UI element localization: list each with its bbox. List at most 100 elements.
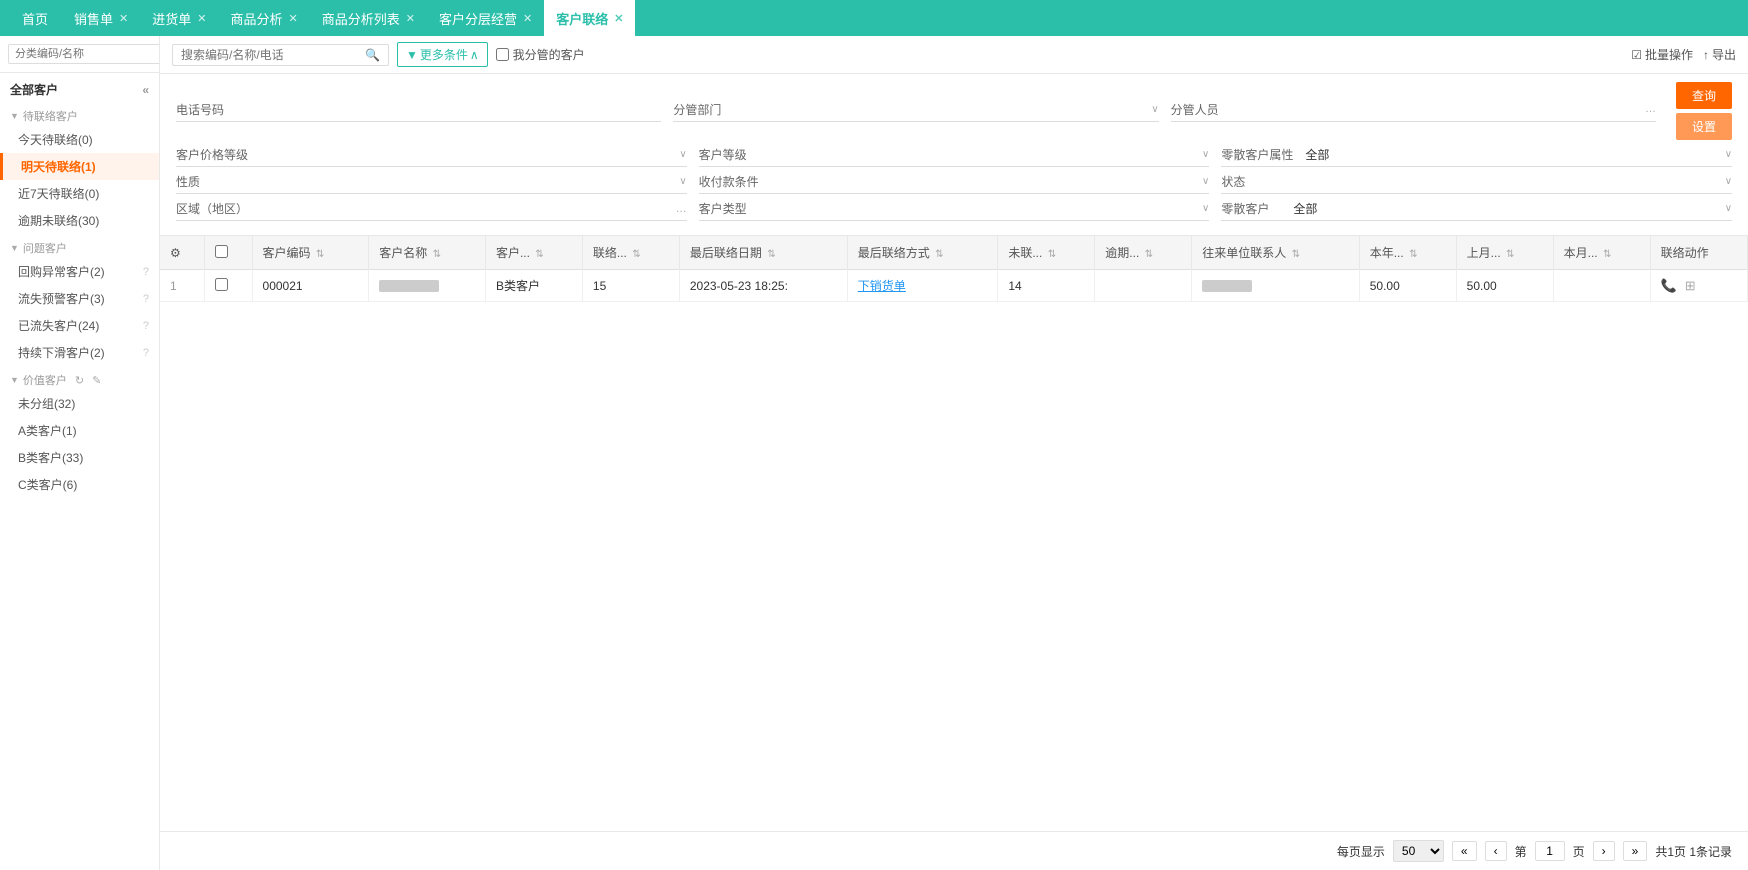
filter-panel: 电话号码 分管部门 ∨ 分管人员 … 查询 设置: [160, 74, 1748, 236]
sidebar-item-churned[interactable]: 已流失客户(24) ?: [0, 312, 159, 339]
filter-customer-type: 客户类型 ∨: [699, 200, 1210, 221]
nav-customer-contact[interactable]: 客户联络 ✕: [544, 0, 635, 36]
col-last-contact-date-sort-icon[interactable]: ⇅: [767, 249, 775, 260]
sidebar-today-label: 今天待联络(0): [18, 131, 93, 148]
sidebar-item-class-a[interactable]: A类客户(1): [0, 417, 159, 444]
customer-name-blurred: [379, 280, 439, 292]
nav-product-analysis-list[interactable]: 商品分析列表 ✕: [310, 0, 427, 36]
per-page-select[interactable]: 50 100 200: [1393, 840, 1444, 862]
toolbar-search-icon[interactable]: 🔍: [365, 48, 380, 62]
customers-table: ⚙ 客户编码 ⇅ 客户名称 ⇅: [160, 236, 1748, 302]
sidebar-repurchase-help-icon[interactable]: ?: [143, 266, 149, 278]
col-this-month-sort-icon[interactable]: ⇅: [1603, 249, 1611, 260]
nav-customer-contact-close-icon[interactable]: ✕: [614, 12, 623, 25]
filter-payment-arrow-icon[interactable]: ∨: [1202, 176, 1209, 187]
sidebar-value-refresh-icon[interactable]: ↻: [75, 374, 84, 387]
filter-customer-type-arrow-icon[interactable]: ∨: [1202, 203, 1209, 214]
sidebar-churn-risk-label: 流失预警客户(3): [18, 290, 105, 307]
filter-region: 区域（地区） …: [176, 200, 687, 221]
toolbar-search-input[interactable]: [181, 48, 361, 62]
filter-customer-level-arrow-icon[interactable]: ∨: [1202, 149, 1209, 160]
sidebar-item-week7[interactable]: 近7天待联络(0): [0, 180, 159, 207]
col-contact-sort-icon[interactable]: ⇅: [632, 249, 640, 260]
filter-customer-type-label: 客户类型: [699, 200, 759, 217]
sidebar-item-today[interactable]: 今天待联络(0): [0, 126, 159, 153]
export-btn[interactable]: ↑ 导出: [1703, 46, 1736, 63]
first-page-btn[interactable]: «: [1452, 841, 1477, 861]
sidebar-pending-label: 待联络客户: [23, 108, 78, 124]
col-last-contact-way-sort-icon[interactable]: ⇅: [935, 249, 943, 260]
nav-sales-close-icon[interactable]: ✕: [119, 12, 128, 25]
sidebar-item-overdue[interactable]: 逾期未联络(30): [0, 207, 159, 234]
sidebar-churn-risk-help-icon[interactable]: ?: [143, 293, 149, 305]
nav-product-analysis-close-icon[interactable]: ✕: [289, 12, 298, 25]
nav-product-analysis-list-close-icon[interactable]: ✕: [406, 12, 415, 25]
filter-payment-label: 收付款条件: [699, 173, 759, 190]
nav-home[interactable]: 首页: [8, 0, 62, 36]
prev-page-btn[interactable]: ‹: [1485, 841, 1507, 861]
sidebar-item-churn-risk[interactable]: 流失预警客户(3) ?: [0, 285, 159, 312]
sidebar-search-input[interactable]: [8, 44, 160, 64]
filter-status-arrow-icon[interactable]: ∨: [1725, 176, 1732, 187]
filter-price-level-arrow-icon[interactable]: ∨: [679, 149, 686, 160]
nav-customer-tier-close-icon[interactable]: ✕: [523, 12, 532, 25]
sidebar-item-repurchase-anomaly[interactable]: 回购异常客户(2) ?: [0, 258, 159, 285]
col-checkbox: [204, 236, 252, 270]
filter-phone-input[interactable]: [242, 102, 661, 116]
filter-person-more-icon[interactable]: …: [1645, 103, 1656, 115]
nav-purchase-close-icon[interactable]: ✕: [197, 12, 206, 25]
nav-customer-tier[interactable]: 客户分层经营 ✕: [427, 0, 544, 36]
filter-status: 状态 ∨: [1221, 173, 1732, 194]
table-gear-icon[interactable]: ⚙: [170, 246, 181, 260]
col-type-sort-icon[interactable]: ⇅: [535, 249, 543, 260]
setting-button[interactable]: 设置: [1676, 113, 1732, 140]
filter-nature-arrow-icon[interactable]: ∨: [679, 176, 686, 187]
sidebar-item-class-b[interactable]: B类客户(33): [0, 444, 159, 471]
sidebar-continuous-decline-help-icon[interactable]: ?: [143, 347, 149, 359]
col-partner-contact-sort-icon[interactable]: ⇅: [1292, 249, 1300, 260]
table-select-all-checkbox[interactable]: [215, 245, 228, 258]
page-number-input[interactable]: [1535, 841, 1565, 861]
last-contact-way-link[interactable]: 下销货单: [858, 279, 906, 293]
filter-dept-arrow-icon[interactable]: ∨: [1151, 104, 1158, 115]
toolbar-right-actions: ☑ 批量操作 ↑ 导出: [1631, 46, 1736, 63]
col-action: 联络动作: [1650, 236, 1747, 270]
col-overdue-sort-icon[interactable]: ⇅: [1145, 249, 1153, 260]
sidebar-churned-help-icon[interactable]: ?: [143, 320, 149, 332]
col-name-sort-icon[interactable]: ⇅: [433, 249, 441, 260]
col-uncontacted-sort-icon[interactable]: ⇅: [1048, 249, 1056, 260]
row-phone-icon[interactable]: 📞: [1661, 278, 1677, 294]
last-page-btn[interactable]: »: [1623, 841, 1648, 861]
col-this-year-sort-icon[interactable]: ⇅: [1409, 249, 1417, 260]
sidebar-value-edit-icon[interactable]: ✎: [92, 374, 101, 387]
filter-retail-customer-arrow-icon[interactable]: ∨: [1725, 203, 1732, 214]
sidebar-all-customers[interactable]: 全部客户 «: [0, 73, 159, 102]
sidebar-group-value: 价值客户 ↻ ✎: [0, 366, 159, 390]
sidebar-collapse-icon[interactable]: «: [142, 83, 149, 97]
nav-sales[interactable]: 销售单 ✕: [62, 0, 140, 36]
nav-purchase[interactable]: 进货单 ✕: [140, 0, 218, 36]
sidebar-class-a-label: A类客户(1): [18, 422, 77, 439]
filter-region-more-icon[interactable]: …: [676, 203, 687, 215]
sidebar-item-ungrouped[interactable]: 未分组(32): [0, 390, 159, 417]
nav-product-analysis[interactable]: 商品分析 ✕: [218, 0, 309, 36]
col-contact-label: 联络...: [593, 246, 627, 260]
col-gear[interactable]: ⚙: [160, 236, 204, 270]
col-name-label: 客户名称: [379, 246, 427, 260]
batch-op-btn[interactable]: ☑ 批量操作: [1631, 46, 1693, 63]
col-type-label: 客户...: [496, 246, 530, 260]
col-last-month-sort-icon[interactable]: ⇅: [1506, 249, 1514, 260]
row-checkbox[interactable]: [215, 278, 228, 291]
cell-this-month: [1553, 270, 1650, 302]
sidebar-item-tomorrow[interactable]: 明天待联络(1): [0, 153, 159, 180]
sidebar-item-continuous-decline[interactable]: 持续下滑客户(2) ?: [0, 339, 159, 366]
toolbar-filter-btn[interactable]: ▼ 更多条件 ∧: [397, 42, 488, 67]
my-customers-checkbox[interactable]: [496, 48, 509, 61]
col-code-sort-icon[interactable]: ⇅: [316, 249, 324, 260]
next-page-btn[interactable]: ›: [1593, 841, 1615, 861]
row-qr-icon[interactable]: ⊞: [1685, 278, 1696, 294]
filter-label: 更多条件: [420, 46, 468, 63]
filter-retail-attr-arrow-icon[interactable]: ∨: [1725, 149, 1732, 160]
sidebar-item-class-c[interactable]: C类客户(6): [0, 471, 159, 498]
query-button[interactable]: 查询: [1676, 82, 1732, 109]
